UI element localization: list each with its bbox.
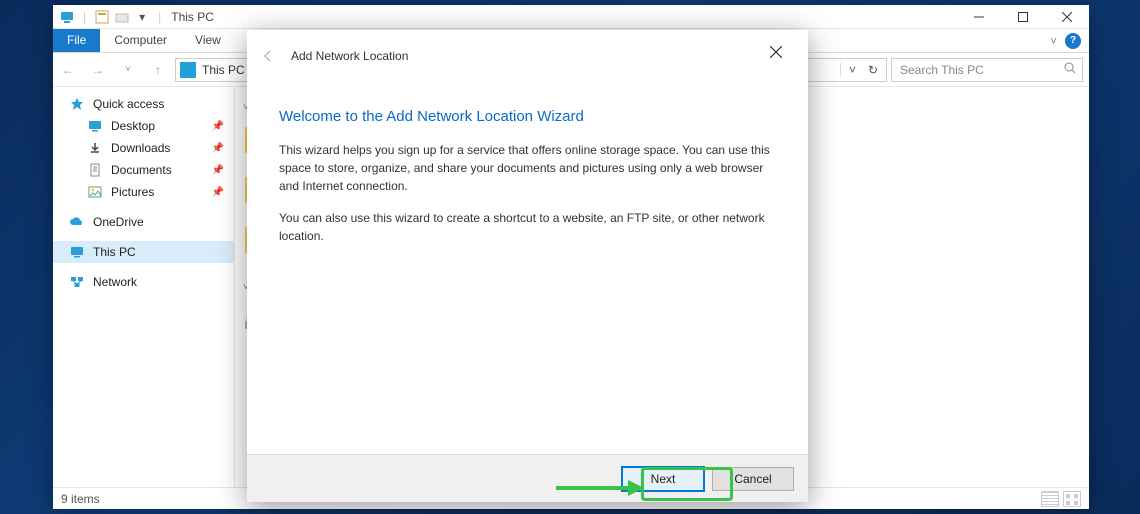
ribbon-help: ˅ ?	[1050, 29, 1089, 52]
onedrive-icon	[69, 214, 85, 230]
sidebar-item-desktop[interactable]: Desktop 📌	[53, 115, 234, 137]
address-this-pc-icon	[180, 62, 196, 78]
pin-icon: 📌	[212, 121, 224, 132]
ribbon-collapse-icon[interactable]: ˅	[1050, 34, 1057, 48]
dialog-paragraph-2: You can also use this wizard to create a…	[279, 209, 776, 245]
this-pc-icon	[59, 9, 75, 25]
dialog-heading: Welcome to the Add Network Location Wiza…	[279, 108, 776, 125]
separator2: |	[154, 10, 165, 24]
add-network-location-dialog: Add Network Location Welcome to the Add …	[247, 30, 808, 502]
window-controls	[957, 5, 1089, 29]
pin-icon: 📌	[212, 187, 224, 198]
sidebar-item-label: This PC	[93, 245, 136, 259]
title-bar: | ▾ | This PC	[53, 5, 1089, 29]
window-title: This PC	[165, 10, 214, 24]
dialog-body: Welcome to the Add Network Location Wiza…	[247, 74, 808, 454]
dialog-title: Add Network Location	[291, 49, 408, 63]
icons-view-toggle[interactable]	[1063, 491, 1081, 507]
sidebar-item-label: OneDrive	[93, 215, 144, 229]
sidebar-item-label: Desktop	[111, 119, 155, 133]
cancel-button[interactable]: Cancel	[712, 467, 794, 491]
nav-recent-button[interactable]: ˅	[115, 57, 141, 83]
search-input[interactable]	[898, 62, 1064, 78]
pin-icon: 📌	[212, 165, 224, 176]
pictures-icon	[87, 184, 103, 200]
sidebar-item-documents[interactable]: Documents 📌	[53, 159, 234, 181]
minimize-button[interactable]	[957, 5, 1001, 29]
quick-access-toolbar: | ▾ |	[53, 9, 165, 25]
nav-back-button[interactable]: ←	[55, 57, 81, 83]
help-icon[interactable]: ?	[1065, 33, 1081, 49]
star-icon	[69, 96, 85, 112]
status-item-count: 9 items	[61, 492, 100, 506]
address-dropdown-icon[interactable]: ˅	[840, 63, 858, 77]
address-label: This PC	[202, 63, 245, 77]
sidebar-item-pictures[interactable]: Pictures 📌	[53, 181, 234, 203]
network-icon	[69, 274, 85, 290]
view-toggles	[1041, 491, 1081, 507]
dialog-back-button[interactable]	[259, 47, 277, 65]
sidebar-item-label: Downloads	[111, 141, 170, 155]
navigation-pane: Quick access Desktop 📌 Downloads 📌 Docum…	[53, 87, 235, 487]
details-view-toggle[interactable]	[1041, 491, 1059, 507]
maximize-button[interactable]	[1001, 5, 1045, 29]
sidebar-item-downloads[interactable]: Downloads 📌	[53, 137, 234, 159]
pin-icon: 📌	[212, 143, 224, 154]
properties-icon[interactable]	[94, 9, 110, 25]
tab-computer[interactable]: Computer	[100, 29, 181, 52]
sidebar-item-label: Documents	[111, 163, 172, 177]
tab-file[interactable]: File	[53, 29, 100, 52]
sidebar-item-label: Network	[93, 275, 137, 289]
search-box[interactable]	[891, 58, 1083, 82]
nav-up-button[interactable]: ↑	[145, 57, 171, 83]
search-icon[interactable]	[1064, 62, 1076, 77]
dialog-close-button[interactable]	[756, 38, 796, 66]
sidebar-item-label: Quick access	[93, 97, 164, 111]
sidebar-item-label: Pictures	[111, 185, 154, 199]
sidebar-item-this-pc[interactable]: This PC	[53, 241, 234, 263]
documents-icon	[87, 162, 103, 178]
overflow-icon[interactable]: ▾	[134, 9, 150, 25]
sidebar-item-onedrive[interactable]: OneDrive	[53, 211, 234, 233]
separator: |	[79, 10, 90, 24]
nav-forward-button[interactable]: →	[85, 57, 111, 83]
sidebar-item-quick-access[interactable]: Quick access	[53, 93, 234, 115]
desktop-icon	[87, 118, 103, 134]
tab-view[interactable]: View	[181, 29, 235, 52]
dialog-title-bar: Add Network Location	[247, 30, 808, 74]
next-button[interactable]: Next	[622, 467, 704, 491]
close-button[interactable]	[1045, 5, 1089, 29]
dialog-footer: Next Cancel	[247, 454, 808, 502]
sidebar-item-network[interactable]: Network	[53, 271, 234, 293]
downloads-icon	[87, 140, 103, 156]
this-pc-icon	[69, 244, 85, 260]
dialog-paragraph-1: This wizard helps you sign up for a serv…	[279, 141, 776, 195]
new-folder-icon[interactable]	[114, 9, 130, 25]
refresh-icon[interactable]: ↻	[864, 63, 882, 77]
